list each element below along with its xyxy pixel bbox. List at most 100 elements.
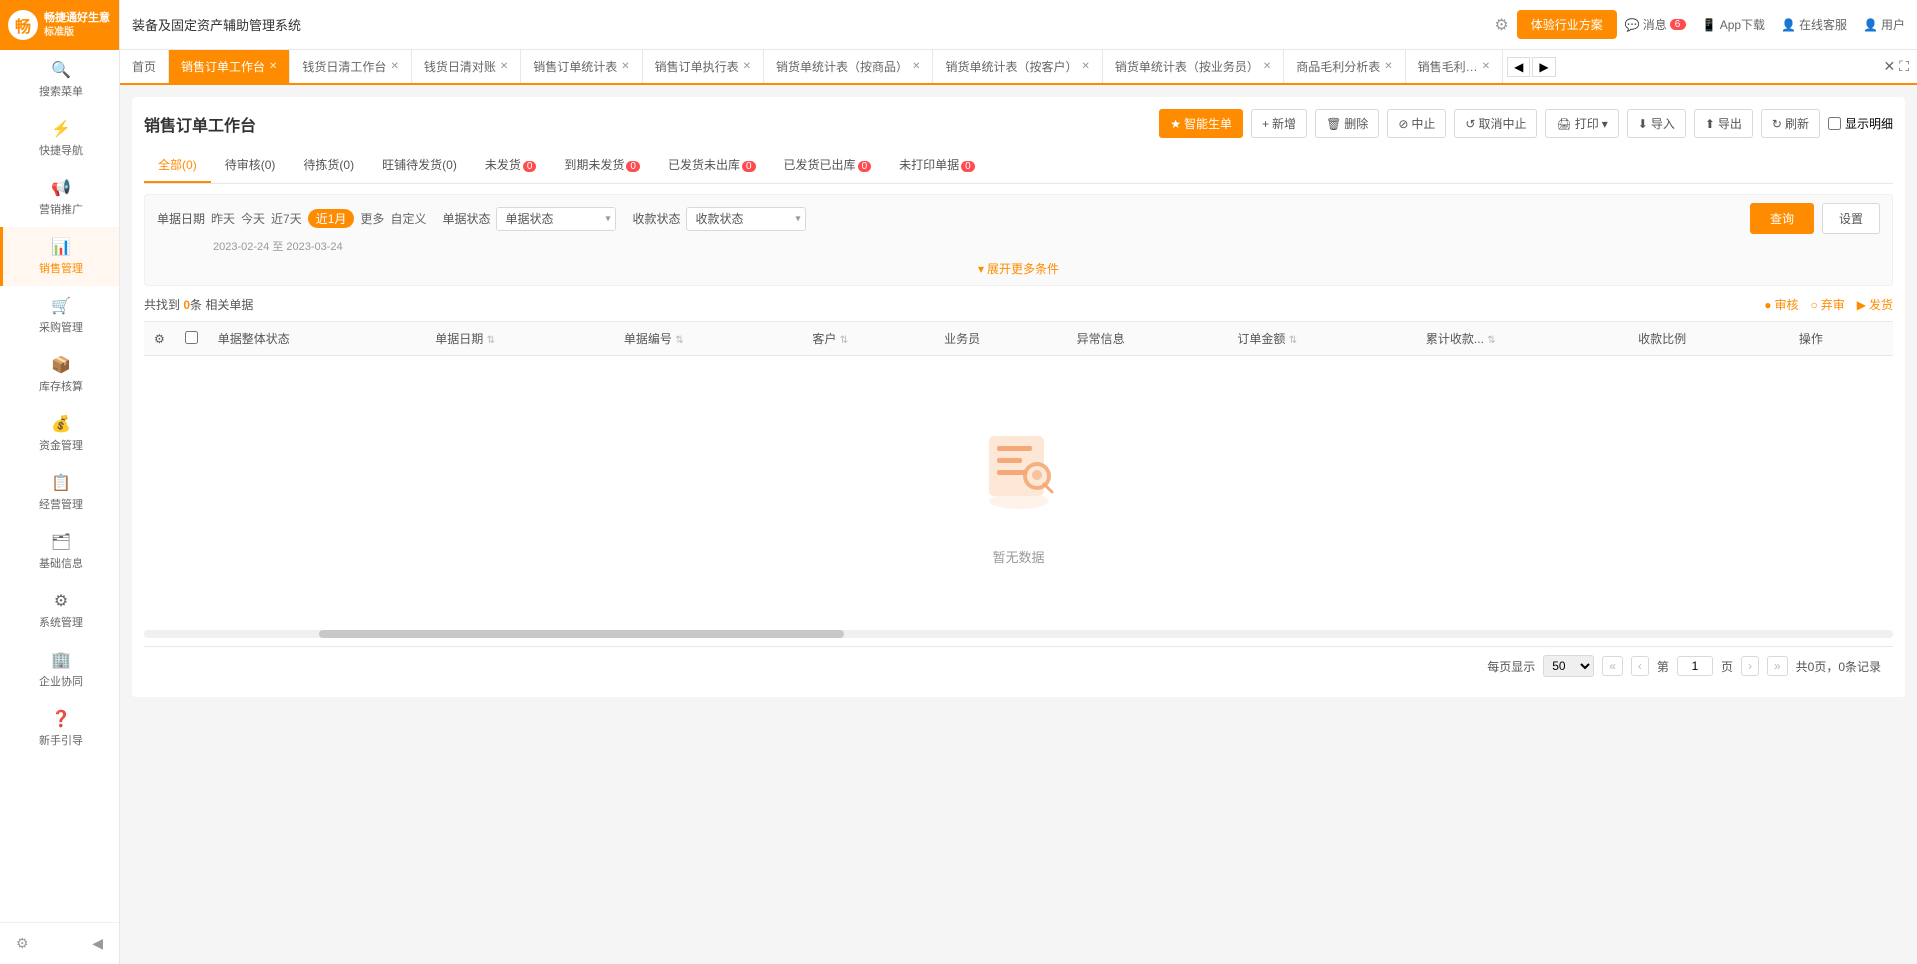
- th-number[interactable]: 单据编号 ⇅: [614, 322, 803, 356]
- tab-goods-stats-salesperson[interactable]: 销货单统计表（按业务员） ✕: [1103, 50, 1284, 83]
- date-opt-7days[interactable]: 近7天: [271, 210, 302, 227]
- sort-customer-icon: ⇅: [840, 335, 848, 346]
- sidebar-item-enterprise[interactable]: 🏢 企业协同: [0, 640, 119, 699]
- tab-close-margin-analysis[interactable]: ✕: [1384, 61, 1392, 72]
- print-btn[interactable]: 🖨 打印 ▾: [1545, 109, 1618, 138]
- sidebar-item-quick-nav[interactable]: ⚡ 快捷导航: [0, 109, 119, 168]
- tab-scroll-left[interactable]: ◀: [1507, 57, 1530, 77]
- sidebar-item-purchase[interactable]: 🛒 采购管理: [0, 286, 119, 345]
- tab-close-cash-reconcile[interactable]: ✕: [500, 61, 508, 72]
- sub-tab-not-printed[interactable]: 未打印单据0: [885, 148, 989, 183]
- page-size-select[interactable]: 20 50 100: [1543, 655, 1594, 677]
- sidebar-item-finance[interactable]: 💰 资金管理: [0, 404, 119, 463]
- sidebar-item-operations[interactable]: 📋 经营管理: [0, 463, 119, 522]
- date-opt-1month[interactable]: 近1月: [308, 209, 355, 228]
- th-date[interactable]: 单据日期 ⇅: [425, 322, 614, 356]
- tab-sales-stats[interactable]: 销售订单统计表 ✕: [521, 50, 642, 83]
- user-avatar[interactable]: 👤 用户: [1863, 16, 1905, 33]
- sidebar-item-system[interactable]: ⚙ 系统管理: [0, 581, 119, 640]
- collapse-icon[interactable]: ◀: [84, 931, 111, 956]
- close-tab-btn[interactable]: ✕: [1883, 58, 1895, 75]
- batch-cancel-review-btn[interactable]: ○ 弃审: [1810, 296, 1844, 313]
- sidebar-item-sales[interactable]: 📊 销售管理: [0, 227, 119, 286]
- import-btn[interactable]: ⬇ 导入: [1627, 109, 1686, 138]
- tab-sales-margin[interactable]: 销售毛利… ✕: [1406, 50, 1503, 83]
- th-collected[interactable]: 累计收款... ⇅: [1416, 322, 1628, 356]
- expand-filter-btn[interactable]: ▾ 展开更多条件: [978, 260, 1059, 277]
- sub-tab-pending-review[interactable]: 待审核(0): [211, 148, 290, 183]
- th-amount[interactable]: 订单金额 ⇅: [1227, 322, 1416, 356]
- status-select[interactable]: 单据状态: [496, 207, 616, 231]
- show-detail-checkbox[interactable]: [1828, 117, 1841, 130]
- date-opt-custom[interactable]: 自定义: [390, 210, 426, 227]
- tab-close-sales-order[interactable]: ✕: [269, 61, 277, 72]
- add-btn[interactable]: + 新增: [1251, 109, 1307, 138]
- sub-tab-overdue-ship[interactable]: 到期未发货0: [550, 148, 654, 183]
- tab-close-goods-stats-customer[interactable]: ✕: [1081, 61, 1089, 72]
- sidebar-item-basic-info[interactable]: 🗂 基础信息: [0, 522, 119, 581]
- messages-btn[interactable]: 💬 消息 6: [1625, 16, 1686, 33]
- page-input[interactable]: [1677, 656, 1713, 676]
- date-opt-today[interactable]: 今天: [241, 210, 265, 227]
- tab-goods-stats-customer[interactable]: 销货单统计表（按客户） ✕: [933, 50, 1102, 83]
- settings-gear-icon[interactable]: ⚙: [8, 931, 37, 956]
- th-checkbox[interactable]: [175, 322, 208, 356]
- tab-close-goods-stats-product[interactable]: ✕: [912, 61, 920, 72]
- first-page-btn[interactable]: «: [1602, 656, 1623, 676]
- batch-ship-btn[interactable]: ▶ 发货: [1857, 296, 1893, 313]
- tab-cash-daily[interactable]: 钱货日清工作台 ✕: [290, 50, 411, 83]
- sidebar-footer: ⚙ ◀: [0, 922, 119, 964]
- sub-tab-all[interactable]: 全部(0): [144, 148, 211, 183]
- sub-tab-shipped-not-out[interactable]: 已发货未出库0: [654, 148, 770, 183]
- stop-btn[interactable]: ⊘ 中止: [1387, 109, 1446, 138]
- tab-home[interactable]: 首页: [120, 50, 169, 83]
- tab-sales-order-workbench[interactable]: 销售订单工作台 ✕: [169, 50, 290, 83]
- next-page-btn[interactable]: ›: [1741, 656, 1759, 676]
- tab-cash-reconcile[interactable]: 钱货日清对账 ✕: [412, 50, 521, 83]
- sub-tab-shop-ship[interactable]: 旺铺待发货(0): [368, 148, 471, 183]
- sidebar-item-guide[interactable]: ❓ 新手引导: [0, 699, 119, 758]
- page-title-row: 销售订单工作台 ★ 智能生单 + 新增 🗑 删除 ⊘: [144, 109, 1893, 138]
- maximize-tab-btn[interactable]: ⛶: [1899, 58, 1909, 75]
- settings-icon[interactable]: ⚙: [1494, 15, 1508, 35]
- date-opt-yesterday[interactable]: 昨天: [211, 210, 235, 227]
- last-page-btn[interactable]: »: [1767, 656, 1788, 676]
- empty-text: 暂无数据: [144, 547, 1893, 566]
- tab-close-sales-margin[interactable]: ✕: [1482, 61, 1490, 72]
- online-service-btn[interactable]: 👤 在线客服: [1781, 16, 1847, 33]
- tab-margin-analysis[interactable]: 商品毛利分析表 ✕: [1284, 50, 1405, 83]
- sidebar-item-inventory[interactable]: 📦 库存核算: [0, 345, 119, 404]
- cancel-stop-btn[interactable]: ↺ 取消中止: [1454, 109, 1537, 138]
- delete-btn[interactable]: 🗑 删除: [1315, 109, 1379, 138]
- sidebar-item-marketing[interactable]: 📢 营销推广: [0, 168, 119, 227]
- tab-close-sales-exec[interactable]: ✕: [743, 61, 751, 72]
- filter-settings-btn[interactable]: 设置: [1822, 203, 1880, 234]
- tab-scroll-right[interactable]: ▶: [1532, 57, 1555, 77]
- prev-page-btn[interactable]: ‹: [1631, 656, 1649, 676]
- scroll-thumb[interactable]: [319, 630, 844, 638]
- payment-select[interactable]: 收款状态: [686, 207, 806, 231]
- industry-btn[interactable]: 体验行业方案: [1517, 10, 1617, 39]
- tab-goods-stats-product[interactable]: 销货单统计表（按商品） ✕: [764, 50, 933, 83]
- sub-tab-pending-pick[interactable]: 待拣货(0): [289, 148, 368, 183]
- tab-close-cash-daily[interactable]: ✕: [390, 61, 398, 72]
- tab-sales-exec[interactable]: 销售订单执行表 ✕: [643, 50, 764, 83]
- th-settings[interactable]: ⚙: [144, 322, 175, 356]
- batch-review-btn[interactable]: ● 审核: [1764, 296, 1798, 313]
- tab-close-sales-stats[interactable]: ✕: [621, 61, 629, 72]
- th-status: 单据整体状态: [208, 322, 426, 356]
- app-download-btn[interactable]: 📱 App下载: [1702, 16, 1765, 33]
- query-btn[interactable]: 查询: [1750, 203, 1814, 234]
- sub-tab-shipped-out[interactable]: 已发货已出库0: [770, 148, 886, 183]
- select-all-checkbox[interactable]: [185, 331, 198, 344]
- tab-close-goods-stats-salesperson[interactable]: ✕: [1263, 61, 1271, 72]
- th-customer[interactable]: 客户 ⇅: [802, 322, 934, 356]
- refresh-btn[interactable]: ↻ 刷新: [1761, 109, 1820, 138]
- export-btn[interactable]: ⬆ 导出: [1694, 109, 1753, 138]
- show-detail-label[interactable]: 显示明细: [1828, 115, 1893, 132]
- horizontal-scrollbar[interactable]: [144, 630, 1893, 638]
- sub-tab-not-shipped[interactable]: 未发货0: [471, 148, 551, 183]
- sidebar-item-search[interactable]: 🔍 搜索菜单: [0, 50, 119, 109]
- date-opt-more[interactable]: 更多: [360, 210, 384, 227]
- smart-create-btn[interactable]: ★ 智能生单: [1159, 109, 1243, 138]
